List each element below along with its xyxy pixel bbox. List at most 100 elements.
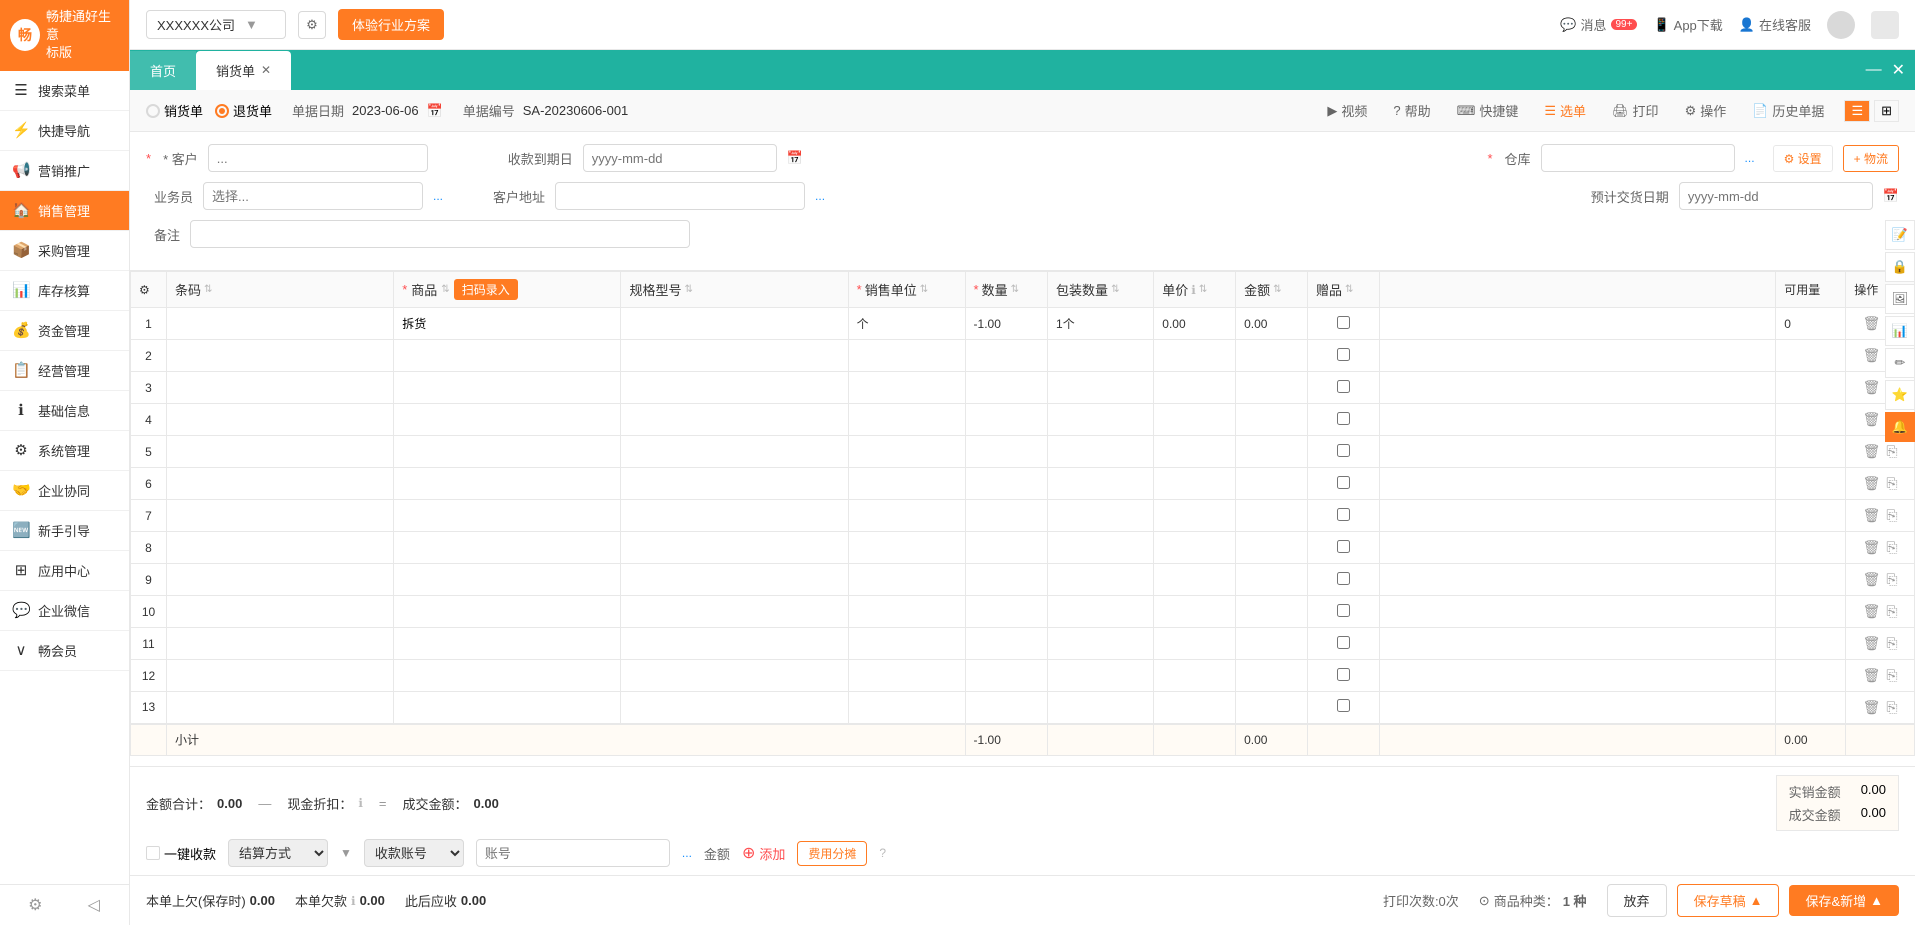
toolbar-help[interactable]: ? 帮助 bbox=[1387, 98, 1436, 123]
row-gift[interactable] bbox=[1308, 564, 1380, 596]
view-grid-icon[interactable]: ⊞ bbox=[1874, 100, 1899, 122]
settlement-select[interactable]: 结算方式 bbox=[228, 839, 328, 867]
settings-btn[interactable]: ⚙ 设置 bbox=[1773, 145, 1833, 172]
delete-row-icon[interactable]: 🗑 bbox=[1863, 475, 1881, 492]
row-barcode[interactable] bbox=[167, 372, 394, 404]
side-tool-star[interactable]: ⭐ bbox=[1885, 380, 1915, 410]
delete-row-icon[interactable]: 🗑 bbox=[1863, 635, 1881, 652]
side-tool-image[interactable]: 🖼 bbox=[1885, 284, 1915, 314]
user-avatar[interactable] bbox=[1827, 11, 1855, 39]
row-barcode[interactable] bbox=[167, 532, 394, 564]
delete-row-icon[interactable]: 🗑 bbox=[1863, 699, 1881, 716]
delete-row-icon[interactable]: 🗑 bbox=[1863, 443, 1881, 460]
row-gift[interactable] bbox=[1308, 628, 1380, 660]
account-number-input[interactable] bbox=[476, 839, 670, 867]
discard-button[interactable]: 放弃 bbox=[1607, 884, 1667, 917]
user-menu[interactable] bbox=[1871, 11, 1899, 39]
messages-button[interactable]: 💬 消息 99+ bbox=[1560, 15, 1637, 34]
row-price[interactable] bbox=[1154, 532, 1236, 564]
row-qty[interactable] bbox=[965, 564, 1048, 596]
row-product[interactable] bbox=[394, 500, 621, 532]
row-remark[interactable] bbox=[1379, 436, 1775, 468]
row-gift[interactable] bbox=[1308, 308, 1380, 340]
row-remark[interactable] bbox=[1379, 308, 1775, 340]
row-remark[interactable] bbox=[1379, 628, 1775, 660]
sidebar-item-system[interactable]: ⚙ 系统管理 bbox=[0, 431, 129, 471]
row-barcode[interactable] bbox=[167, 660, 394, 692]
app-download-button[interactable]: 📱 App下载 bbox=[1653, 15, 1722, 34]
row-barcode[interactable] bbox=[167, 628, 394, 660]
warehouse-more[interactable]: ... bbox=[1745, 151, 1755, 165]
toolbar-shortcut[interactable]: ⌨ 快捷键 bbox=[1451, 98, 1525, 123]
sidebar-item-sales[interactable]: 🏠 销售管理 bbox=[0, 191, 129, 231]
row-price[interactable] bbox=[1154, 372, 1236, 404]
tab-close-icon[interactable]: ✕ bbox=[261, 63, 271, 77]
row-product[interactable] bbox=[394, 404, 621, 436]
date-calendar-icon[interactable]: 📅 bbox=[427, 103, 443, 119]
sidebar-item-marketing[interactable]: 📢 营销推广 bbox=[0, 151, 129, 191]
due-date-input[interactable] bbox=[583, 144, 777, 172]
side-tool-table[interactable]: 📊 bbox=[1885, 316, 1915, 346]
row-remark[interactable] bbox=[1379, 500, 1775, 532]
sidebar-item-member[interactable]: ∨ 畅会员 bbox=[0, 631, 129, 671]
row-barcode[interactable] bbox=[167, 500, 394, 532]
tab-close-all-icon[interactable]: ✕ bbox=[1892, 60, 1905, 80]
row-price[interactable] bbox=[1154, 340, 1236, 372]
copy-row-icon[interactable]: ⎘ bbox=[1886, 699, 1897, 716]
row-product[interactable] bbox=[394, 340, 621, 372]
row-product[interactable] bbox=[394, 308, 621, 340]
sidebar-item-finance[interactable]: 💰 资金管理 bbox=[0, 311, 129, 351]
sidebar-footer-settings[interactable]: ⚙ bbox=[10, 895, 61, 915]
sidebar-item-guide[interactable]: 🆕 新手引导 bbox=[0, 511, 129, 551]
sidebar-footer-collapse[interactable]: ◁ bbox=[69, 895, 120, 915]
row-product[interactable] bbox=[394, 436, 621, 468]
row-spec[interactable] bbox=[621, 564, 848, 596]
sidebar-item-operations[interactable]: 📋 经营管理 bbox=[0, 351, 129, 391]
row-remark[interactable] bbox=[1379, 564, 1775, 596]
customer-input[interactable] bbox=[208, 144, 428, 172]
customer-addr-input[interactable] bbox=[555, 182, 805, 210]
company-selector[interactable]: XXXXXX公司 ▼ bbox=[146, 10, 286, 39]
row-remark[interactable] bbox=[1379, 372, 1775, 404]
row-product[interactable] bbox=[394, 628, 621, 660]
online-service-button[interactable]: 👤 在线客服 bbox=[1739, 15, 1811, 34]
add-label[interactable]: 添加 bbox=[759, 844, 785, 863]
view-list-icon[interactable]: ☰ bbox=[1844, 100, 1870, 122]
row-remark[interactable] bbox=[1379, 596, 1775, 628]
copy-row-icon[interactable]: ⎘ bbox=[1886, 571, 1897, 588]
row-qty[interactable] bbox=[965, 692, 1048, 724]
trial-button[interactable]: 体验行业方案 bbox=[338, 9, 444, 40]
row-product[interactable] bbox=[394, 660, 621, 692]
row-gift[interactable] bbox=[1308, 404, 1380, 436]
expected-date-calendar-icon[interactable]: 📅 bbox=[1883, 188, 1899, 204]
row-qty[interactable] bbox=[965, 500, 1048, 532]
side-tool-lock[interactable]: 🔒 bbox=[1885, 252, 1915, 282]
row-price[interactable] bbox=[1154, 404, 1236, 436]
row-qty[interactable] bbox=[965, 404, 1048, 436]
row-gift[interactable] bbox=[1308, 500, 1380, 532]
row-product[interactable] bbox=[394, 596, 621, 628]
sidebar-item-search[interactable]: ☰ 搜索菜单 bbox=[0, 71, 129, 111]
side-tool-edit[interactable]: ✏ bbox=[1885, 348, 1915, 378]
row-barcode[interactable] bbox=[167, 596, 394, 628]
row-barcode[interactable] bbox=[167, 564, 394, 596]
row-spec[interactable] bbox=[621, 596, 848, 628]
side-tool-notes[interactable]: 📝 bbox=[1885, 220, 1915, 250]
row-qty[interactable] bbox=[965, 628, 1048, 660]
row-qty[interactable] bbox=[965, 532, 1048, 564]
toolbar-print[interactable]: 🖨 打印 bbox=[1606, 98, 1665, 123]
row-gift[interactable] bbox=[1308, 692, 1380, 724]
row-spec[interactable] bbox=[621, 404, 848, 436]
customer-addr-more[interactable]: ... bbox=[815, 189, 825, 203]
sidebar-item-apps[interactable]: ⊞ 应用中心 bbox=[0, 551, 129, 591]
copy-row-icon[interactable]: ⎘ bbox=[1886, 539, 1897, 556]
salesperson-input[interactable] bbox=[203, 182, 423, 210]
toolbar-operate[interactable]: ⚙ 操作 bbox=[1679, 98, 1733, 123]
due-date-calendar-icon[interactable]: 📅 bbox=[787, 150, 803, 166]
scan-barcode-btn[interactable]: 扫码录入 bbox=[454, 279, 518, 300]
row-qty[interactable] bbox=[965, 596, 1048, 628]
row-price[interactable] bbox=[1154, 692, 1236, 724]
tab-sales-order[interactable]: 销货单 ✕ bbox=[196, 51, 291, 90]
tab-home[interactable]: 首页 bbox=[130, 51, 196, 90]
row-barcode[interactable] bbox=[167, 308, 394, 340]
